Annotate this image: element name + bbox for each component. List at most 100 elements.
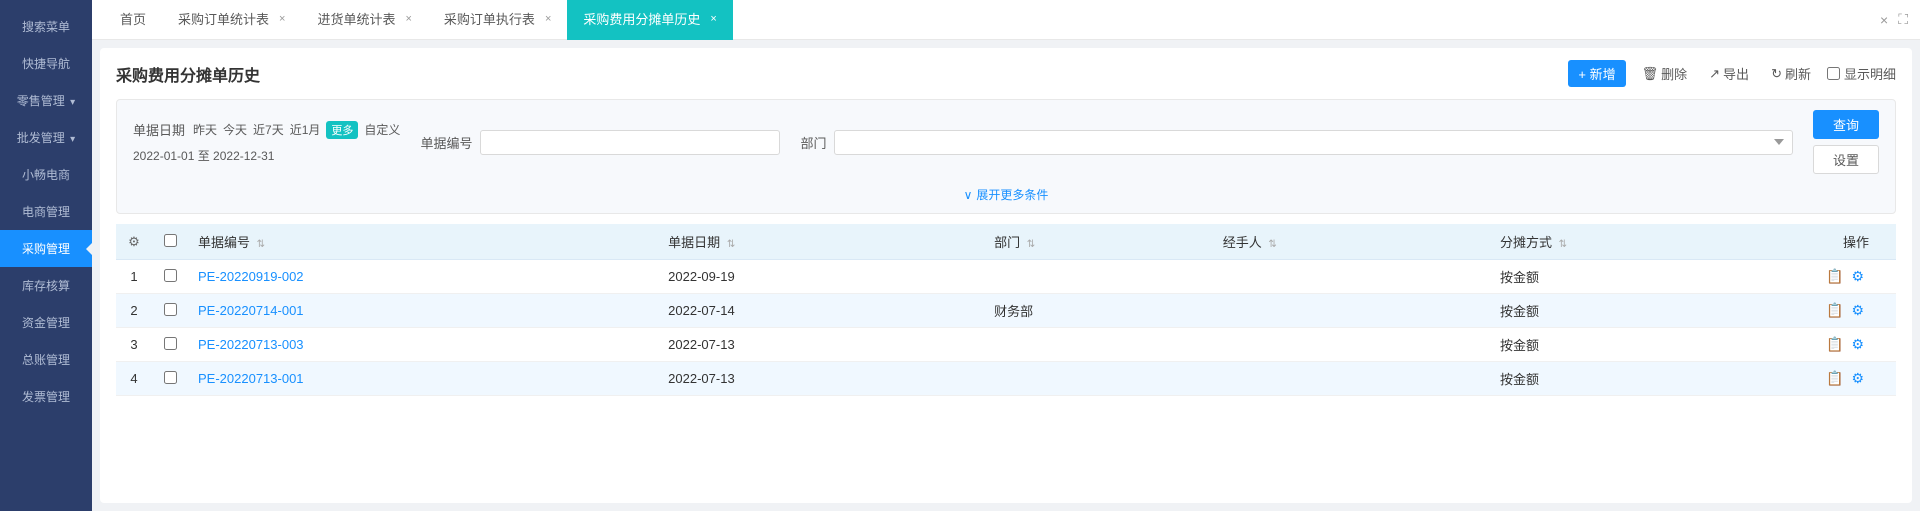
tab-purchase-stat-label: 采购订单统计表	[178, 9, 269, 28]
close-all-tabs-icon[interactable]: ×	[1880, 12, 1888, 28]
tab-purchase-exec[interactable]: 采购订单执行表 ×	[428, 0, 567, 40]
row-checkbox-cell-4	[152, 362, 188, 396]
row-checkbox-1[interactable]	[164, 269, 177, 282]
shortcut-yesterday[interactable]: 昨天	[193, 121, 217, 138]
refresh-button[interactable]: ↻ 刷新	[1765, 62, 1817, 85]
doc-number-filter-group: 单据编号	[420, 130, 780, 155]
fullscreen-icon[interactable]: ⛶	[1898, 11, 1908, 28]
tab-purchase-fee-history-close[interactable]: ×	[710, 13, 716, 25]
col-handler-sort-icon[interactable]: ⇅	[1268, 239, 1276, 250]
sidebar-item-purchase[interactable]: 采购管理	[0, 230, 92, 267]
doc-number-filter-label: 单据编号	[420, 133, 472, 152]
sidebar-item-invoice[interactable]: 发票管理	[0, 378, 92, 415]
row-doc-no-link-4[interactable]: PE-20220713-001	[198, 371, 304, 386]
col-doc-no-sort-icon[interactable]: ⇅	[257, 239, 265, 250]
expand-filter-button[interactable]: ∨ 展开更多条件	[964, 186, 1049, 203]
export-icon: ↗	[1709, 66, 1720, 82]
sidebar-item-ledger[interactable]: 总账管理	[0, 341, 92, 378]
row-handler-2	[1213, 294, 1490, 328]
row-date-2: 2022-07-14	[658, 294, 984, 328]
table-body: 1 PE-20220919-002 2022-09-19 按金额 📋 ⚙ 2 P…	[116, 260, 1896, 396]
row-edit-icon-1[interactable]: 📋	[1826, 268, 1843, 285]
filter-settings-button[interactable]: 设置	[1813, 145, 1879, 174]
table-header-row: ⚙ 单据编号 ⇅ 单据日期 ⇅ 部门 ⇅	[116, 224, 1896, 260]
row-more-icon-4[interactable]: ⚙	[1851, 370, 1864, 387]
row-split-method-4: 按金额	[1490, 362, 1816, 396]
tab-purchase-exec-close[interactable]: ×	[545, 13, 551, 25]
shortcut-today[interactable]: 今天	[223, 121, 247, 138]
refresh-icon: ↻	[1771, 66, 1782, 82]
table-row: 3 PE-20220713-003 2022-07-13 按金额 📋 ⚙	[116, 328, 1896, 362]
tab-purchase-exec-label: 采购订单执行表	[444, 9, 535, 28]
sidebar-item-label: 零售管理 ▾	[4, 92, 88, 109]
sidebar-item-retail[interactable]: 零售管理 ▾	[0, 82, 92, 119]
sidebar-item-wholesale[interactable]: 批发管理 ▾	[0, 119, 92, 156]
row-handler-3	[1213, 328, 1490, 362]
sidebar-item-ecommerce[interactable]: 电商管理	[0, 193, 92, 230]
sidebar-item-inventory[interactable]: 库存核算	[0, 267, 92, 304]
row-more-icon-1[interactable]: ⚙	[1851, 268, 1864, 285]
tab-purchase-fee-history[interactable]: 采购费用分摊单历史 ×	[567, 0, 732, 40]
tab-home[interactable]: 首页	[104, 0, 162, 40]
doc-number-input[interactable]	[480, 130, 780, 155]
shortcut-7days[interactable]: 近7天	[253, 121, 284, 138]
row-edit-icon-3[interactable]: 📋	[1826, 336, 1843, 353]
sidebar-item-label: 快捷导航	[4, 55, 88, 72]
row-num-3: 3	[116, 328, 152, 362]
column-settings-icon[interactable]: ⚙	[128, 234, 140, 249]
row-checkbox-2[interactable]	[164, 303, 177, 316]
shortcut-more[interactable]: 更多	[326, 121, 358, 139]
query-button[interactable]: 查询	[1813, 110, 1879, 139]
date-range-display: 2022-01-01 至 2022-12-31	[133, 147, 400, 164]
row-split-method-1: 按金额	[1490, 260, 1816, 294]
row-edit-icon-4[interactable]: 📋	[1826, 370, 1843, 387]
tab-stock-stat-close[interactable]: ×	[405, 13, 411, 25]
col-split-method-header: 分摊方式 ⇅	[1490, 224, 1816, 260]
row-doc-no-link-2[interactable]: PE-20220714-001	[198, 303, 304, 318]
row-checkbox-4[interactable]	[164, 371, 177, 384]
row-date-3: 2022-07-13	[658, 328, 984, 362]
tab-home-label: 首页	[120, 9, 146, 28]
row-doc-no-link-1[interactable]: PE-20220919-002	[198, 269, 304, 284]
row-checkbox-cell-2	[152, 294, 188, 328]
delete-icon: 🗑	[1642, 66, 1659, 82]
sidebar-item-search[interactable]: 搜索菜单	[0, 8, 92, 45]
row-action-btns-1: 📋 ⚙	[1826, 268, 1886, 285]
dept-select[interactable]	[834, 130, 1793, 155]
add-button[interactable]: + 新增	[1568, 60, 1625, 87]
tab-purchase-stat-close[interactable]: ×	[279, 13, 285, 25]
col-date-label: 单据日期	[668, 235, 720, 250]
row-dept-1	[984, 260, 1213, 294]
sidebar-item-finance[interactable]: 资金管理	[0, 304, 92, 341]
col-doc-no-label: 单据编号	[198, 235, 250, 250]
col-split-method-sort-icon[interactable]: ⇅	[1559, 239, 1567, 250]
row-edit-icon-2[interactable]: 📋	[1826, 302, 1843, 319]
tab-stock-stat[interactable]: 进货单统计表 ×	[301, 0, 427, 40]
tab-bar: 首页 采购订单统计表 × 进货单统计表 × 采购订单执行表 × 采购费用分摊单历…	[92, 0, 1920, 40]
row-checkbox-cell-3	[152, 328, 188, 362]
col-doc-no-header: 单据编号 ⇅	[188, 224, 658, 260]
shortcut-custom[interactable]: 自定义	[364, 121, 400, 138]
export-button[interactable]: ↗ 导出	[1703, 62, 1755, 85]
show-cols-checkbox[interactable]: 显示明细	[1827, 64, 1896, 83]
export-label: 导出	[1723, 64, 1749, 83]
filter-row-1: 单据日期 昨天 今天 近7天 近1月 更多 自定义 2022-01-01 至 2…	[133, 110, 1879, 174]
row-more-icon-2[interactable]: ⚙	[1851, 302, 1864, 319]
page-title: 采购费用分摊单历史	[116, 62, 260, 86]
row-doc-no-2: PE-20220714-001	[188, 294, 658, 328]
col-handler-header: 经手人 ⇅	[1213, 224, 1490, 260]
row-doc-no-link-3[interactable]: PE-20220713-003	[198, 337, 304, 352]
col-date-sort-icon[interactable]: ⇅	[727, 239, 735, 250]
delete-button[interactable]: 🗑 删除	[1636, 62, 1694, 85]
sidebar-item-mini[interactable]: 小畅电商	[0, 156, 92, 193]
show-cols-input[interactable]	[1827, 67, 1840, 80]
dept-filter-label: 部门	[800, 133, 826, 152]
row-date-4: 2022-07-13	[658, 362, 984, 396]
col-dept-sort-icon[interactable]: ⇅	[1027, 239, 1035, 250]
sidebar-item-quick[interactable]: 快捷导航	[0, 45, 92, 82]
tab-purchase-stat[interactable]: 采购订单统计表 ×	[162, 0, 301, 40]
row-checkbox-3[interactable]	[164, 337, 177, 350]
select-all-checkbox[interactable]	[164, 234, 177, 247]
shortcut-1month[interactable]: 近1月	[290, 121, 321, 138]
row-more-icon-3[interactable]: ⚙	[1851, 336, 1864, 353]
